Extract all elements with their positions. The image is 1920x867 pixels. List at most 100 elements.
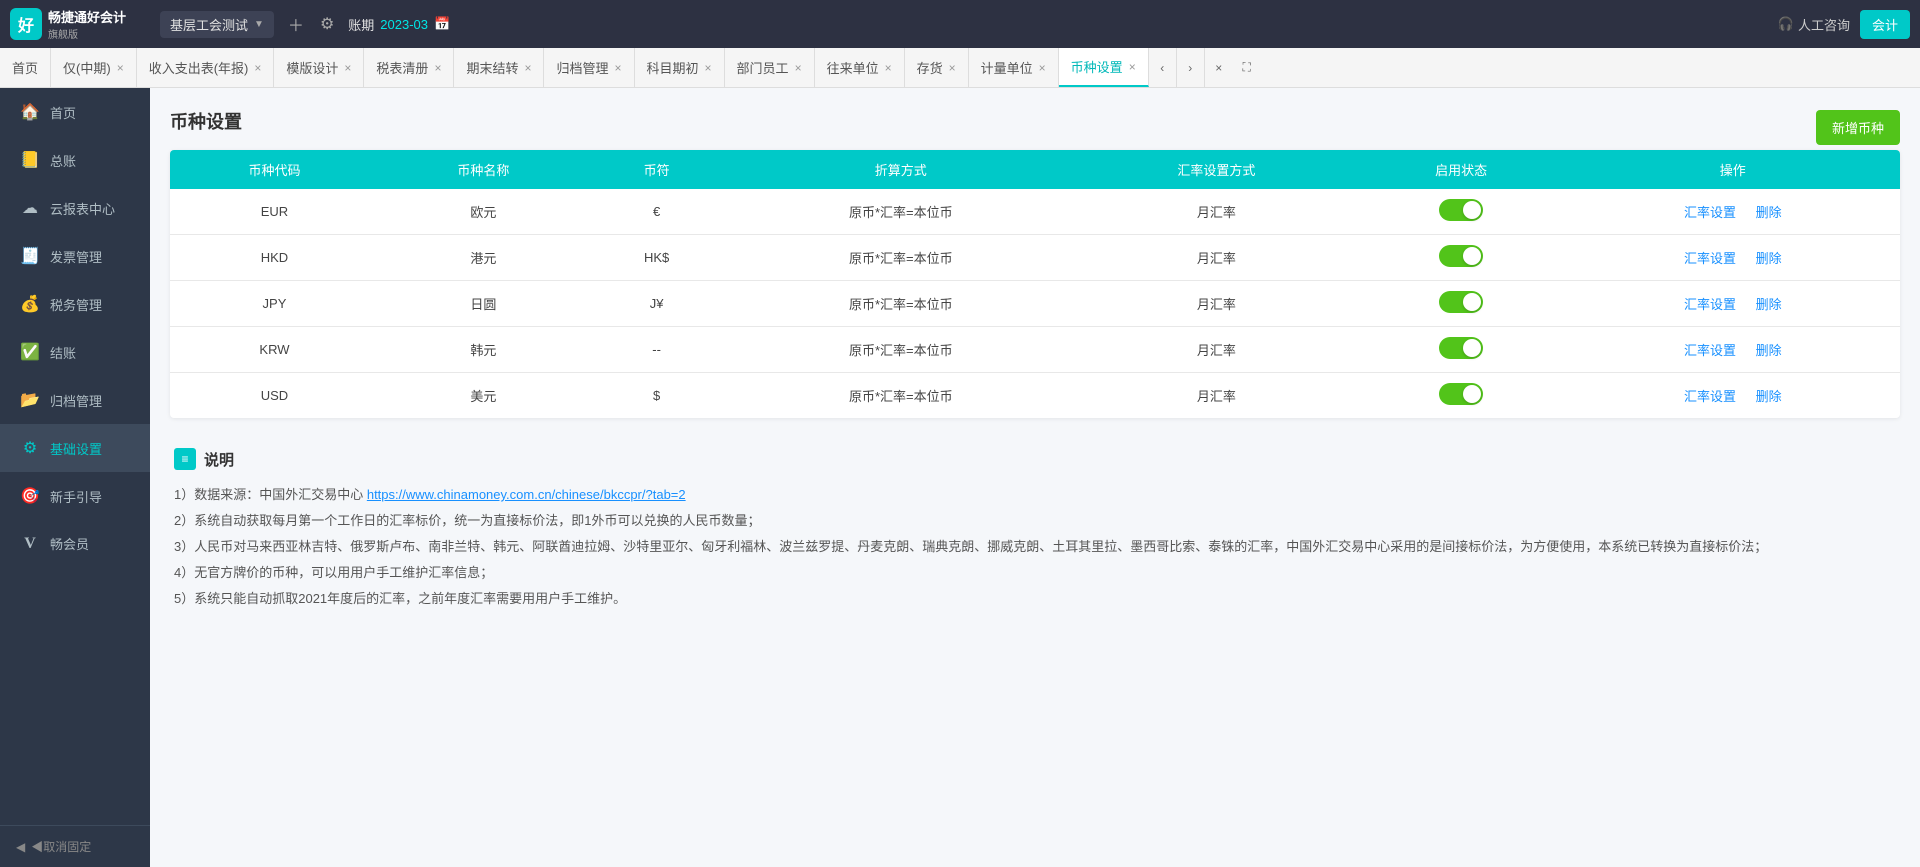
- new-currency-button[interactable]: 新增币种: [1816, 110, 1900, 145]
- top-right-area: 🎧 人工咨询 会计: [1778, 10, 1910, 39]
- ledger-icon: 📒: [20, 150, 40, 170]
- rate-setting-link[interactable]: 汇率设置: [1684, 389, 1736, 404]
- sidebar-item-member[interactable]: V 畅会员: [0, 520, 150, 567]
- tax-icon: 💰: [20, 294, 40, 314]
- add-tab-icon[interactable]: ＋: [284, 8, 308, 40]
- tab-close-subject[interactable]: ×: [705, 61, 712, 75]
- toggle-enabled[interactable]: [1439, 337, 1483, 359]
- rate-setting-link[interactable]: 汇率设置: [1684, 297, 1736, 312]
- cell-rate-type: 月汇率: [1076, 327, 1356, 373]
- home-icon: 🏠: [20, 102, 40, 122]
- archive-icon: 📂: [20, 390, 40, 410]
- tab-unit[interactable]: 计量单位 ×: [969, 48, 1059, 87]
- tab-close-mid[interactable]: ×: [117, 61, 124, 75]
- tab-template[interactable]: 模版设计 ×: [274, 48, 364, 87]
- tab-next-btn[interactable]: ›: [1177, 48, 1205, 87]
- sidebar-item-guide[interactable]: 🎯 新手引导: [0, 472, 150, 520]
- sidebar-item-invoice[interactable]: 🧾 发票管理: [0, 232, 150, 280]
- cell-calc: 原币*汇率=本位币: [725, 235, 1076, 281]
- sidebar-item-reports[interactable]: ☁ 云报表中心: [0, 184, 150, 232]
- toggle-knob: [1463, 247, 1481, 265]
- tab-period-end[interactable]: 期末结转 ×: [454, 48, 544, 87]
- note-item: 2）系统自动获取每月第一个工作日的汇率标价，统一为直接标价法，即1外币可以兑换的…: [174, 508, 1896, 534]
- cell-name: 港元: [379, 235, 588, 281]
- delete-link[interactable]: 删除: [1756, 205, 1782, 220]
- tab-close-template[interactable]: ×: [344, 61, 351, 75]
- sidebar-item-ledger[interactable]: 📒 总账: [0, 136, 150, 184]
- cell-status: [1357, 281, 1566, 327]
- toggle-knob: [1463, 293, 1481, 311]
- settings-icon[interactable]: ⚙: [316, 10, 338, 38]
- tab-prev-btn[interactable]: ‹: [1149, 48, 1177, 87]
- cell-symbol: J¥: [588, 281, 725, 327]
- tab-close-period-end[interactable]: ×: [524, 61, 531, 75]
- settings-icon: ⚙: [20, 438, 40, 458]
- tab-tax[interactable]: 税表清册 ×: [364, 48, 454, 87]
- cell-actions: 汇率设置 删除: [1566, 235, 1900, 281]
- tab-partner[interactable]: 往来单位 ×: [815, 48, 905, 87]
- tab-income[interactable]: 收入支出表(年报) ×: [137, 48, 275, 87]
- cell-name: 韩元: [379, 327, 588, 373]
- rate-setting-link[interactable]: 汇率设置: [1684, 205, 1736, 220]
- cell-name: 日圆: [379, 281, 588, 327]
- tab-home[interactable]: 首页: [0, 48, 51, 87]
- cell-symbol: --: [588, 327, 725, 373]
- cell-code: JPY: [170, 281, 379, 327]
- note-item: 3）人民币对马来西亚林吉特、俄罗斯卢布、南非兰特、韩元、阿联酋迪拉姆、沙特里亚尔…: [174, 534, 1896, 560]
- sidebar-item-basic[interactable]: ⚙ 基础设置: [0, 424, 150, 472]
- sidebar-collapse-btn[interactable]: ◀ ◀取消固定: [0, 825, 150, 867]
- cell-rate-type: 月汇率: [1076, 189, 1356, 235]
- sidebar-item-tax[interactable]: 💰 税务管理: [0, 280, 150, 328]
- rate-setting-link[interactable]: 汇率设置: [1684, 343, 1736, 358]
- delete-link[interactable]: 删除: [1756, 251, 1782, 266]
- note-item: 4）无官方牌价的币种，可以用用户手工维护汇率信息；: [174, 560, 1896, 586]
- help-button[interactable]: 🎧 人工咨询: [1778, 15, 1850, 34]
- col-symbol: 币符: [588, 150, 725, 189]
- collapse-icon: ◀: [16, 840, 25, 854]
- sidebar-item-home[interactable]: 🏠 首页: [0, 88, 150, 136]
- sidebar-item-archive[interactable]: 📂 归档管理: [0, 376, 150, 424]
- toggle-enabled[interactable]: [1439, 291, 1483, 313]
- delete-link[interactable]: 删除: [1756, 389, 1782, 404]
- cell-status: [1357, 327, 1566, 373]
- table-row: HKD 港元 HK$ 原币*汇率=本位币 月汇率 汇率设置 删除: [170, 235, 1900, 281]
- tab-close-tax[interactable]: ×: [434, 61, 441, 75]
- cell-symbol: €: [588, 189, 725, 235]
- cell-name: 美元: [379, 373, 588, 419]
- tab-inventory[interactable]: 存货 ×: [905, 48, 969, 87]
- tab-close-income[interactable]: ×: [254, 61, 261, 75]
- workspace-selector[interactable]: 基层工会测试 ▼: [160, 11, 274, 38]
- rate-setting-link[interactable]: 汇率设置: [1684, 251, 1736, 266]
- tab-dept[interactable]: 部门员工 ×: [725, 48, 815, 87]
- tab-close-all-btn[interactable]: ×: [1205, 48, 1233, 87]
- cell-code: KRW: [170, 327, 379, 373]
- toggle-enabled[interactable]: [1439, 199, 1483, 221]
- tab-close-inventory[interactable]: ×: [949, 61, 956, 75]
- tab-currency[interactable]: 币种设置 ×: [1059, 48, 1149, 87]
- account-button[interactable]: 会计: [1860, 10, 1910, 39]
- cell-actions: 汇率设置 删除: [1566, 327, 1900, 373]
- main-layout: 🏠 首页 📒 总账 ☁ 云报表中心 🧾 发票管理 💰 税务管理 ✅ 结账 📂 归…: [0, 88, 1920, 867]
- tab-expand-btn[interactable]: ⛶: [1233, 48, 1261, 87]
- delete-link[interactable]: 删除: [1756, 297, 1782, 312]
- top-bar-actions: ＋ ⚙: [284, 8, 338, 40]
- china-money-link[interactable]: https://www.chinamoney.com.cn/chinese/bk…: [367, 487, 686, 502]
- page-title: 币种设置: [170, 108, 1900, 134]
- toggle-enabled[interactable]: [1439, 383, 1483, 405]
- cell-calc: 原币*汇率=本位币: [725, 281, 1076, 327]
- toggle-enabled[interactable]: [1439, 245, 1483, 267]
- calendar-icon[interactable]: 📅: [434, 16, 450, 32]
- tab-mid[interactable]: 仅(中期) ×: [51, 48, 137, 87]
- delete-link[interactable]: 删除: [1756, 343, 1782, 358]
- period-info: 账期 2023-03 📅: [348, 15, 450, 34]
- tab-subject[interactable]: 科目期初 ×: [635, 48, 725, 87]
- tab-close-dept[interactable]: ×: [795, 61, 802, 75]
- tab-archive[interactable]: 归档管理 ×: [544, 48, 634, 87]
- tab-close-partner[interactable]: ×: [885, 61, 892, 75]
- tab-close-unit[interactable]: ×: [1039, 61, 1046, 75]
- sidebar-item-close[interactable]: ✅ 结账: [0, 328, 150, 376]
- tab-close-currency[interactable]: ×: [1129, 60, 1136, 74]
- tab-close-archive[interactable]: ×: [615, 61, 622, 75]
- cell-code: USD: [170, 373, 379, 419]
- cell-actions: 汇率设置 删除: [1566, 281, 1900, 327]
